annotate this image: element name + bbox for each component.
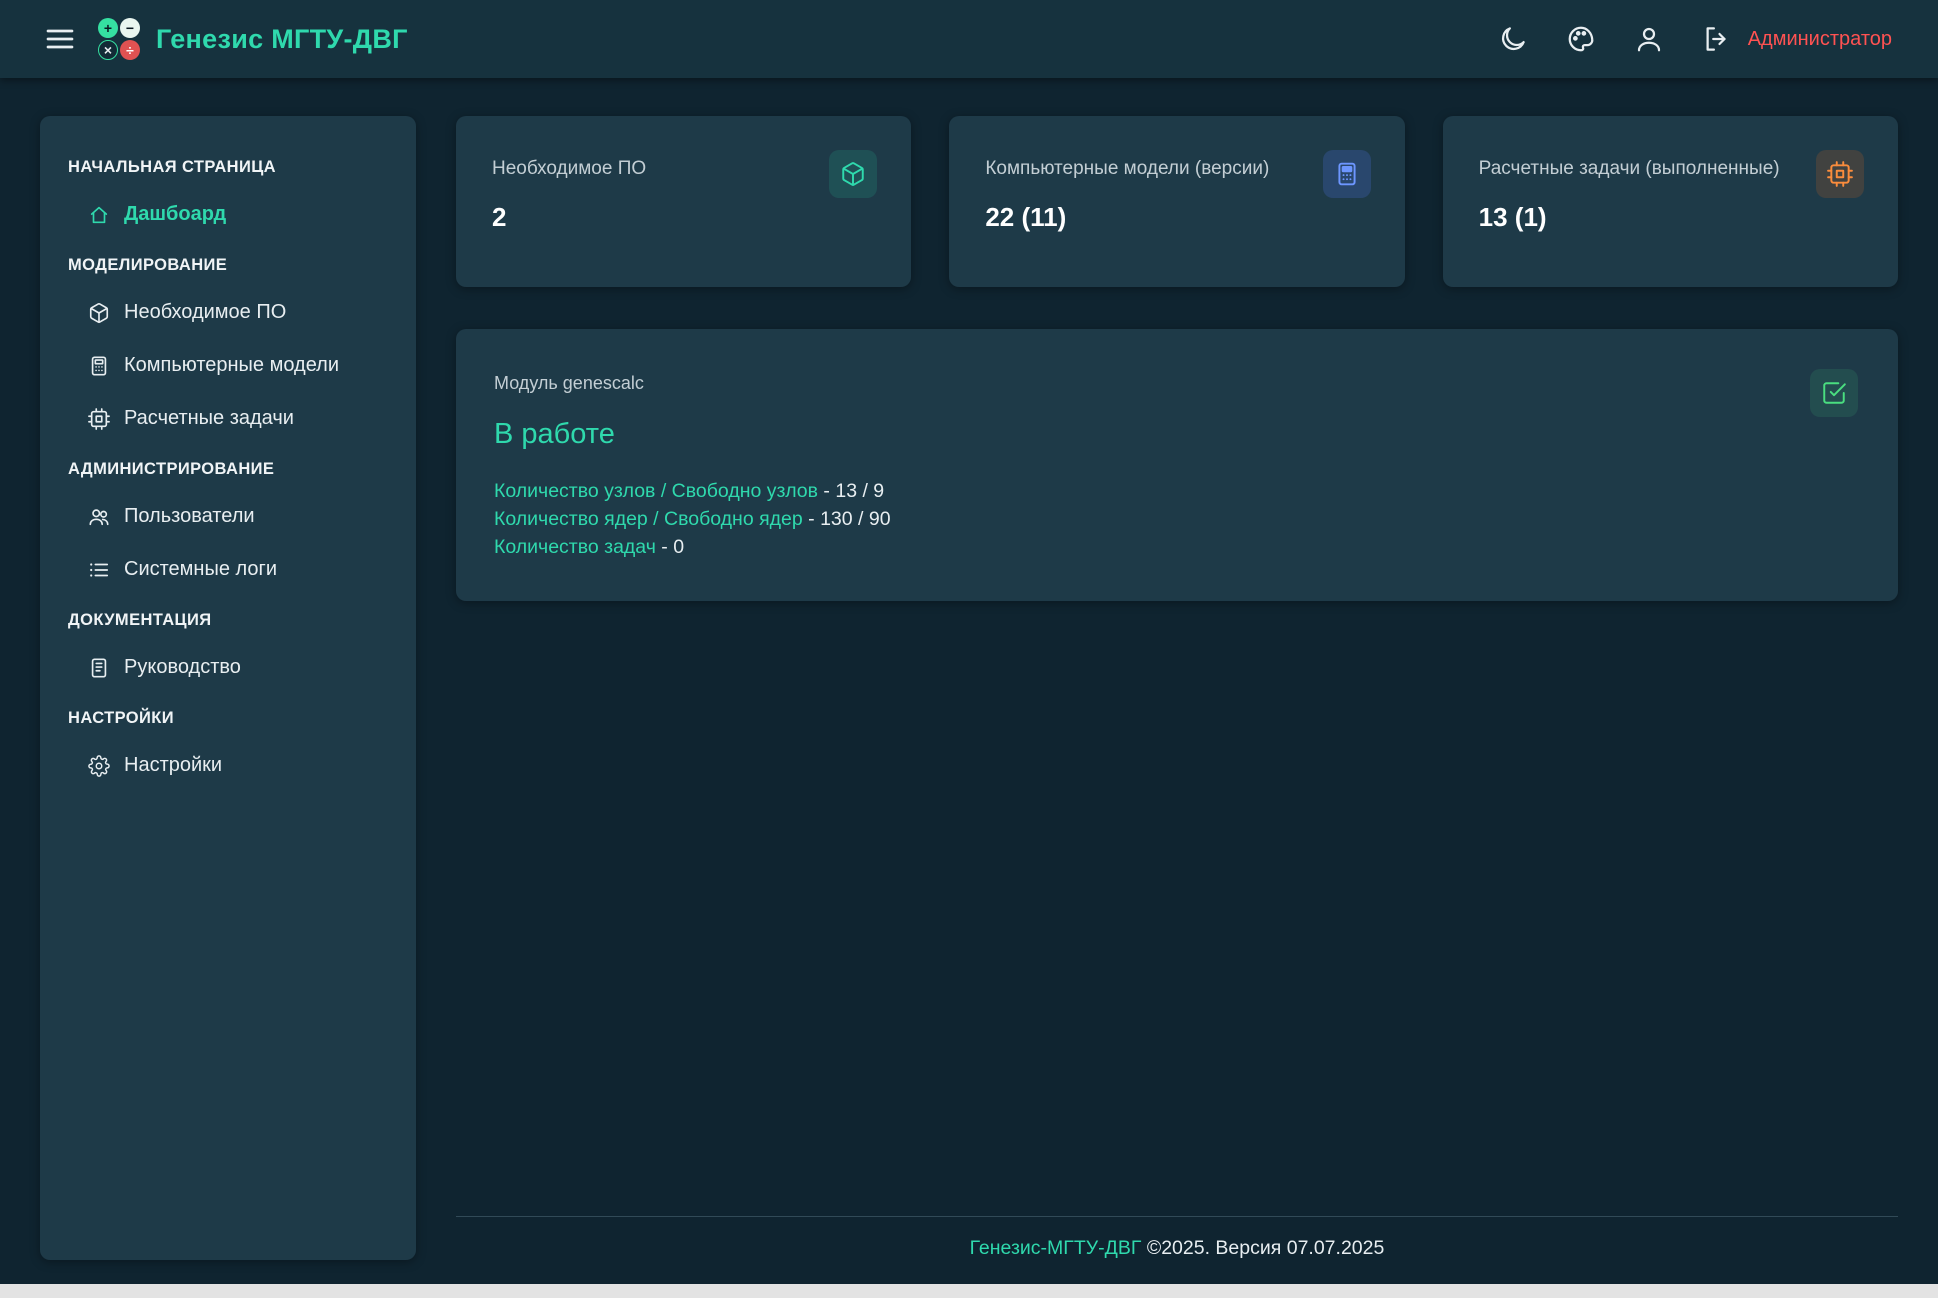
main-content: Необходимое ПО 2 Компьютерные модели (ве… <box>456 116 1898 1260</box>
sidebar-item-required-software[interactable]: Необходимое ПО <box>58 287 398 338</box>
cpu-icon <box>1816 150 1864 198</box>
sidebar-item-dashboard[interactable]: Дашбоард <box>58 189 398 240</box>
stat-value: 22 (11) <box>985 202 1067 232</box>
topbar: + − × ÷ Генезис МГТУ-ДВГ Администратор <box>0 0 1938 78</box>
page-bottom-edge <box>0 1284 1938 1298</box>
stat-card-computer-models: Компьютерные модели (версии) 22 (11) <box>949 116 1405 287</box>
stat-value: 2 <box>492 202 507 232</box>
sidebar-item-label: Настройки <box>124 754 223 776</box>
module-status: В работе <box>494 418 615 450</box>
moon-icon <box>1498 24 1528 54</box>
logo-divide-icon: ÷ <box>120 40 140 60</box>
module-genescalc-card: Модуль genescalc В работе Количество узл… <box>456 329 1898 601</box>
list-icon <box>88 559 110 581</box>
sidebar-item-label: Пользователи <box>124 505 255 527</box>
sidebar-item-computer-models[interactable]: Компьютерные модели <box>58 340 398 391</box>
hamburger-icon <box>44 23 76 55</box>
module-title: Модуль genescalc <box>494 373 644 393</box>
sidebar-item-system-logs[interactable]: Системные логи <box>58 544 398 595</box>
sidebar-item-label: Системные логи <box>124 558 278 580</box>
module-line-cores: Количество ядер / Свободно ядер - 130 / … <box>494 508 891 530</box>
module-line-tasks: Количество задач - 0 <box>494 536 685 558</box>
sidebar-item-label: Необходимое ПО <box>124 301 287 323</box>
cpu-icon <box>88 407 110 430</box>
module-line-nodes: Количество узлов / Свободно узлов - 13 /… <box>494 480 885 502</box>
menu-toggle-button[interactable] <box>40 19 80 59</box>
home-icon <box>88 204 110 226</box>
stat-label: Расчетные задачи (выполненные) <box>1478 158 1780 179</box>
stat-label: Необходимое ПО <box>492 158 647 179</box>
app-title: Генезис МГТУ-ДВГ <box>156 23 408 54</box>
logo-plus-icon: + <box>98 18 118 38</box>
footer: Генезис-МГТУ-ДВГ ©2025. Версия 07.07.202… <box>456 1216 1898 1260</box>
footer-text: ©2025. Версия 07.07.2025 <box>1146 1237 1385 1259</box>
sidebar-item-label: Дашбоард <box>124 203 227 225</box>
sidebar-item-settings[interactable]: Настройки <box>58 740 398 791</box>
module-stats-lines: Количество узлов / Свободно узлов - 13 /… <box>494 477 1860 561</box>
page-layout: НАЧАЛЬНАЯ СТРАНИЦА Дашбоард МОДЕЛИРОВАНИ… <box>0 78 1938 1284</box>
theme-toggle-button[interactable] <box>1492 18 1534 60</box>
stats-row: Необходимое ПО 2 Компьютерные модели (ве… <box>456 116 1898 287</box>
stat-label: Компьютерные модели (версии) <box>985 158 1270 179</box>
logout-icon <box>1702 24 1732 54</box>
book-icon <box>88 657 110 679</box>
sidebar-section-home: НАЧАЛЬНАЯ СТРАНИЦА <box>68 158 276 176</box>
app-logo: + − × ÷ <box>98 18 140 60</box>
gear-icon <box>88 754 110 777</box>
cube-icon <box>88 302 110 324</box>
footer-brand: Генезис-МГТУ-ДВГ <box>969 1237 1142 1259</box>
sidebar-item-calculation-tasks[interactable]: Расчетные задачи <box>58 393 398 444</box>
users-icon <box>88 506 110 528</box>
sidebar-section-documentation: ДОКУМЕНТАЦИЯ <box>68 611 212 629</box>
logo-multiply-icon: × <box>98 40 118 60</box>
logo-minus-icon: − <box>120 18 140 38</box>
sidebar-item-users[interactable]: Пользователи <box>58 491 398 542</box>
user-icon <box>1634 24 1664 54</box>
stat-card-required-software: Необходимое ПО 2 <box>456 116 912 287</box>
palette-icon <box>1566 24 1596 54</box>
sidebar-section-administration: АДМИНИСТРИРОВАНИЕ <box>68 460 275 478</box>
logout-button[interactable] <box>1696 18 1738 60</box>
calculator-icon <box>88 355 110 377</box>
main-spacer <box>456 601 1898 1216</box>
sidebar-item-manual[interactable]: Руководство <box>58 642 398 693</box>
sidebar-item-label: Руководство <box>124 656 241 678</box>
sidebar-section-settings: НАСТРОЙКИ <box>68 709 175 727</box>
sidebar-item-label: Компьютерные модели <box>124 354 340 376</box>
sidebar-section-modeling: МОДЕЛИРОВАНИЕ <box>68 256 228 274</box>
check-square-icon <box>1810 369 1858 417</box>
profile-button[interactable] <box>1628 18 1670 60</box>
sidebar: НАЧАЛЬНАЯ СТРАНИЦА Дашбоард МОДЕЛИРОВАНИ… <box>40 116 416 1260</box>
cube-icon <box>829 150 878 198</box>
stat-value: 13 (1) <box>1478 202 1547 232</box>
palette-button[interactable] <box>1560 18 1602 60</box>
sidebar-item-label: Расчетные задачи <box>124 407 294 429</box>
calculator-icon <box>1322 150 1371 198</box>
stat-card-calculation-tasks: Расчетные задачи (выполненные) 13 (1) <box>1442 116 1898 287</box>
user-role-label[interactable]: Администратор <box>1748 28 1892 51</box>
